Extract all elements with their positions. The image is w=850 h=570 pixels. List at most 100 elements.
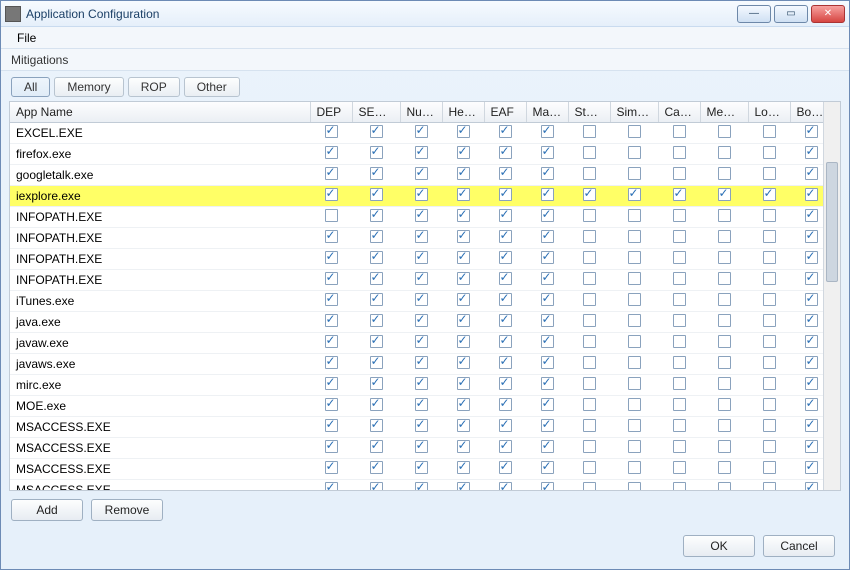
checkbox[interactable] <box>370 419 383 432</box>
mitigation-cell[interactable] <box>700 123 748 144</box>
mitigation-cell[interactable] <box>610 438 658 459</box>
mitigation-cell[interactable] <box>748 270 790 291</box>
checkbox[interactable] <box>325 272 338 285</box>
mitigation-cell[interactable] <box>400 249 442 270</box>
mitigation-cell[interactable] <box>484 375 526 396</box>
checkbox[interactable] <box>628 209 641 222</box>
mitigation-cell[interactable] <box>442 438 484 459</box>
mitigation-cell[interactable] <box>310 396 352 417</box>
mitigation-cell[interactable] <box>400 396 442 417</box>
mitigation-cell[interactable] <box>568 228 610 249</box>
checkbox[interactable] <box>457 230 470 243</box>
checkbox[interactable] <box>805 188 818 201</box>
mitigation-cell[interactable] <box>610 312 658 333</box>
checkbox[interactable] <box>541 335 554 348</box>
checkbox[interactable] <box>370 398 383 411</box>
table-row[interactable]: INFOPATH.EXE <box>10 249 823 270</box>
checkbox[interactable] <box>499 314 512 327</box>
checkbox[interactable] <box>325 293 338 306</box>
app-name-cell[interactable]: javaw.exe <box>10 333 310 354</box>
col-memprot[interactable]: Mem... <box>700 102 748 123</box>
mitigation-cell[interactable] <box>400 459 442 480</box>
table-row[interactable]: MSACCESS.EXE <box>10 417 823 438</box>
checkbox[interactable] <box>370 251 383 264</box>
mitigation-cell[interactable] <box>568 354 610 375</box>
mitigation-cell[interactable] <box>610 123 658 144</box>
checkbox[interactable] <box>541 167 554 180</box>
checkbox[interactable] <box>628 272 641 285</box>
checkbox[interactable] <box>457 419 470 432</box>
mitigation-cell[interactable] <box>352 123 400 144</box>
checkbox[interactable] <box>673 167 686 180</box>
checkbox[interactable] <box>325 125 338 138</box>
app-name-cell[interactable]: MSACCESS.EXE <box>10 417 310 438</box>
mitigation-cell[interactable] <box>700 186 748 207</box>
mitigation-cell[interactable] <box>484 396 526 417</box>
mitigation-cell[interactable] <box>400 123 442 144</box>
mitigation-cell[interactable] <box>484 354 526 375</box>
mitigation-cell[interactable] <box>352 354 400 375</box>
checkbox[interactable] <box>673 125 686 138</box>
checkbox[interactable] <box>325 230 338 243</box>
checkbox[interactable] <box>370 335 383 348</box>
mitigation-cell[interactable] <box>352 228 400 249</box>
mitigation-cell[interactable] <box>658 417 700 438</box>
mitigation-cell[interactable] <box>610 144 658 165</box>
checkbox[interactable] <box>583 461 596 474</box>
mitigation-cell[interactable] <box>748 123 790 144</box>
mitigation-cell[interactable] <box>658 480 700 491</box>
checkbox[interactable] <box>370 440 383 453</box>
col-nullpage[interactable]: Null... <box>400 102 442 123</box>
mitigation-cell[interactable] <box>442 333 484 354</box>
checkbox[interactable] <box>718 461 731 474</box>
checkbox[interactable] <box>583 272 596 285</box>
mitigation-cell[interactable] <box>748 333 790 354</box>
mitigation-cell[interactable] <box>526 186 568 207</box>
col-simexec[interactable]: SimE... <box>610 102 658 123</box>
app-name-cell[interactable]: iexplore.exe <box>10 186 310 207</box>
mitigation-cell[interactable] <box>400 186 442 207</box>
mitigation-cell[interactable] <box>310 417 352 438</box>
checkbox[interactable] <box>718 251 731 264</box>
mitigation-cell[interactable] <box>310 270 352 291</box>
checkbox[interactable] <box>628 335 641 348</box>
mitigation-cell[interactable] <box>400 312 442 333</box>
mitigation-cell[interactable] <box>658 312 700 333</box>
checkbox[interactable] <box>415 482 428 490</box>
mitigation-cell[interactable] <box>658 186 700 207</box>
checkbox[interactable] <box>805 272 818 285</box>
mitigation-cell[interactable] <box>568 417 610 438</box>
checkbox[interactable] <box>718 125 731 138</box>
mitigation-cell[interactable] <box>790 417 823 438</box>
mitigation-cell[interactable] <box>748 354 790 375</box>
mitigation-cell[interactable] <box>790 186 823 207</box>
table-row[interactable]: INFOPATH.EXE <box>10 270 823 291</box>
checkbox[interactable] <box>415 251 428 264</box>
checkbox[interactable] <box>541 461 554 474</box>
checkbox[interactable] <box>718 293 731 306</box>
checkbox[interactable] <box>628 293 641 306</box>
mitigation-cell[interactable] <box>442 480 484 491</box>
mitigation-cell[interactable] <box>790 375 823 396</box>
checkbox[interactable] <box>628 188 641 201</box>
mitigation-cell[interactable] <box>442 186 484 207</box>
mitigation-cell[interactable] <box>352 417 400 438</box>
mitigation-cell[interactable] <box>700 312 748 333</box>
checkbox[interactable] <box>583 377 596 390</box>
mitigation-cell[interactable] <box>700 207 748 228</box>
mitigation-cell[interactable] <box>790 144 823 165</box>
checkbox[interactable] <box>415 293 428 306</box>
checkbox[interactable] <box>673 335 686 348</box>
checkbox[interactable] <box>541 251 554 264</box>
checkbox[interactable] <box>583 293 596 306</box>
checkbox[interactable] <box>763 125 776 138</box>
checkbox[interactable] <box>583 230 596 243</box>
checkbox[interactable] <box>763 314 776 327</box>
checkbox[interactable] <box>673 209 686 222</box>
mitigation-cell[interactable] <box>790 480 823 491</box>
checkbox[interactable] <box>370 482 383 490</box>
mitigation-cell[interactable] <box>748 417 790 438</box>
mitigation-cell[interactable] <box>442 165 484 186</box>
checkbox[interactable] <box>370 314 383 327</box>
checkbox[interactable] <box>499 209 512 222</box>
